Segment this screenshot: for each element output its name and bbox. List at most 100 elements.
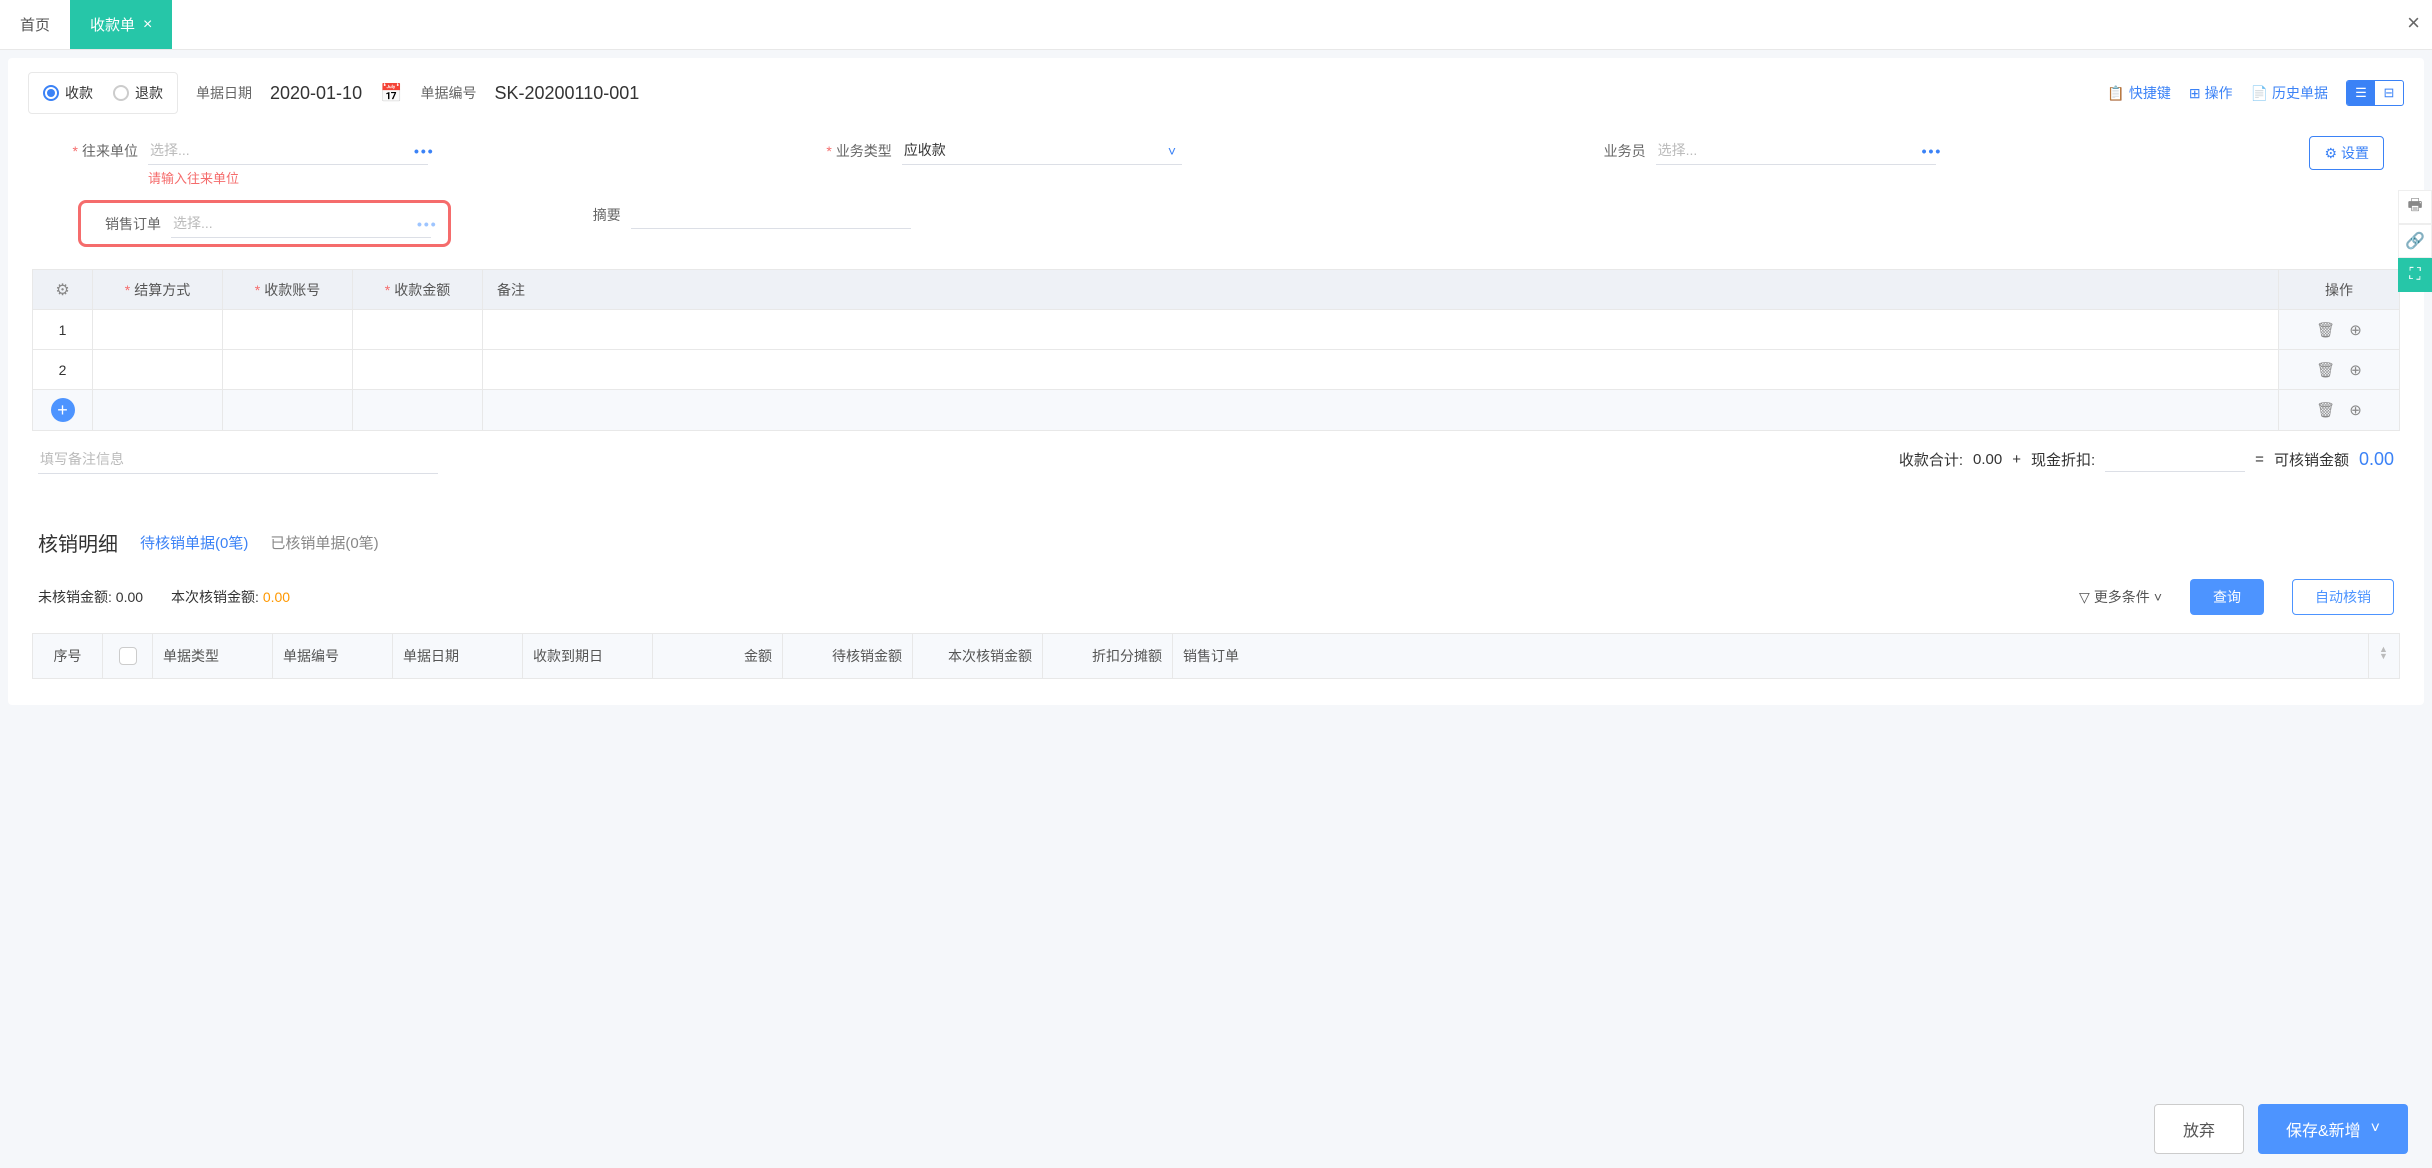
summary-input[interactable] [631, 200, 911, 229]
total-label: 收款合计: [1899, 449, 1963, 470]
tab-receipt[interactable]: 收款单 × [70, 0, 172, 49]
more-filter-button[interactable]: ▽ 更多条件 ˅ [2079, 587, 2162, 607]
row-num: 1 [33, 310, 93, 349]
detail-title: 核销明细 [38, 528, 118, 557]
col-amount[interactable]: 金额 [653, 634, 783, 678]
col-disc[interactable]: 折扣分摊额 [1043, 634, 1173, 678]
notes-input[interactable] [38, 445, 438, 474]
sales-order-input[interactable] [171, 209, 431, 238]
calendar-icon[interactable]: 📅 [380, 83, 402, 104]
unwriteoff-value: 0.00 [116, 589, 143, 605]
operate-button[interactable]: ⊞ 操作 [2189, 83, 2233, 103]
current-label: 本次核销金额: [171, 589, 259, 605]
chevron-down-icon[interactable]: ˅ [1168, 143, 1176, 159]
radio-icon [113, 85, 129, 101]
col-date[interactable]: 单据日期 [393, 634, 523, 678]
row-num: 2 [33, 350, 93, 389]
radio-receive[interactable]: 收款 [43, 83, 93, 103]
side-tool-link-icon[interactable]: 🔗 [2398, 224, 2432, 258]
chevron-down-icon: ˅ [2371, 1120, 2380, 1138]
biztype-input[interactable] [902, 136, 1182, 165]
current-value: 0.00 [263, 589, 290, 605]
discard-button[interactable]: 放弃 [2154, 1104, 2244, 1154]
tab-home[interactable]: 首页 [0, 0, 70, 49]
biztype-label: 业务类型 [802, 141, 892, 161]
col-current[interactable]: 本次核销金额 [913, 634, 1043, 678]
close-icon[interactable]: × [143, 16, 152, 34]
writeoff-label: 可核销金额 [2274, 449, 2349, 470]
label: 历史单据 [2272, 83, 2328, 103]
view-list-icon[interactable]: ☰ [2347, 81, 2375, 105]
plus-sign: + [2012, 451, 2021, 468]
history-button[interactable]: 📄 历史单据 [2251, 83, 2328, 103]
auto-writeoff-button[interactable]: 自动核销 [2292, 579, 2394, 615]
close-panel-icon[interactable]: × [2407, 10, 2420, 36]
select-all-checkbox[interactable] [119, 647, 137, 665]
cell[interactable] [93, 350, 223, 389]
col-due[interactable]: 收款到期日 [523, 634, 653, 678]
radio-label: 收款 [65, 83, 93, 103]
copy-icon[interactable]: ⊕ [2349, 321, 2362, 339]
cell[interactable] [353, 350, 483, 389]
view-grid-icon[interactable]: ⊟ [2375, 81, 2403, 105]
cell[interactable] [93, 310, 223, 349]
sales-order-highlight: 销售订单 ••• [78, 200, 451, 247]
tab-pending[interactable]: 待核销单据(0笔) [140, 532, 248, 553]
delete-icon[interactable]: 🗑 [2316, 401, 2335, 419]
col-note: 备注 [497, 280, 525, 300]
tab-label: 收款单 [90, 14, 135, 35]
cell[interactable] [483, 350, 2279, 389]
clerk-input[interactable] [1656, 136, 1936, 165]
label: 设置 [2341, 143, 2369, 163]
col-account: 收款账号 [255, 280, 320, 300]
save-button[interactable]: 保存&新增 ˅ [2258, 1104, 2408, 1154]
more-icon[interactable]: ••• [414, 143, 435, 159]
label: 操作 [2205, 83, 2233, 103]
tab-done[interactable]: 已核销单据(0笔) [270, 532, 378, 553]
detail-table: 序号 单据类型 单据编号 单据日期 收款到期日 金额 待核销金额 本次核销金额 … [32, 633, 2400, 679]
unwriteoff-label: 未核销金额: [38, 589, 112, 605]
radio-refund[interactable]: 退款 [113, 83, 163, 103]
shortcut-button[interactable]: 📋 快捷键 [2107, 83, 2170, 103]
delete-icon[interactable]: 🗑 [2316, 321, 2335, 339]
delete-icon[interactable]: 🗑 [2316, 361, 2335, 379]
cell[interactable] [353, 310, 483, 349]
more-icon[interactable]: ••• [417, 216, 438, 232]
sales-order-label: 销售订单 [91, 214, 161, 234]
cell[interactable] [223, 310, 353, 349]
col-pending[interactable]: 待核销金额 [783, 634, 913, 678]
type-radio-group: 收款 退款 [28, 72, 178, 114]
cell[interactable] [223, 350, 353, 389]
equals-sign: = [2255, 451, 2264, 468]
side-tool-expand-icon[interactable]: ⛶ [2398, 258, 2432, 292]
vendor-label: 往来单位 [48, 141, 138, 161]
writeoff-value: 0.00 [2359, 449, 2394, 470]
label: 保存&新增 [2286, 1117, 2361, 1141]
sort-icon[interactable]: ▲▼ [2379, 646, 2389, 660]
radio-icon [43, 85, 59, 101]
copy-icon[interactable]: ⊕ [2349, 361, 2362, 379]
discount-label: 现金折扣: [2031, 449, 2095, 470]
doc-date-value[interactable]: 2020-01-10 [270, 83, 362, 104]
col-order[interactable]: 销售订单 [1173, 634, 2369, 678]
col-amount: 收款金额 [385, 280, 450, 300]
copy-icon[interactable]: ⊕ [2349, 401, 2362, 419]
summary-label: 摘要 [531, 205, 621, 225]
vendor-input[interactable] [148, 136, 428, 165]
table-row: 2 🗑 ⊕ [33, 350, 2399, 390]
more-icon[interactable]: ••• [1922, 143, 1943, 159]
col-type[interactable]: 单据类型 [153, 634, 273, 678]
side-tool-print-icon[interactable]: 🖶 [2398, 190, 2432, 224]
doc-no-value: SK-20200110-001 [495, 83, 640, 104]
settings-button[interactable]: ⚙ 设置 [2309, 136, 2384, 170]
col-no[interactable]: 单据编号 [273, 634, 393, 678]
label: 更多条件 [2094, 587, 2150, 607]
query-button[interactable]: 查询 [2190, 579, 2264, 615]
gear-icon[interactable]: ⚙ [55, 280, 69, 300]
cell[interactable] [483, 310, 2279, 349]
payment-table: ⚙ 结算方式 收款账号 收款金额 备注 操作 1 🗑⊕ 2 🗑⊕ + 🗑⊕ [32, 269, 2400, 431]
doc-no-label: 单据编号 [421, 83, 477, 103]
add-row-icon[interactable]: + [51, 398, 75, 422]
discount-input[interactable] [2105, 448, 2245, 472]
doc-date-label: 单据日期 [196, 83, 252, 103]
